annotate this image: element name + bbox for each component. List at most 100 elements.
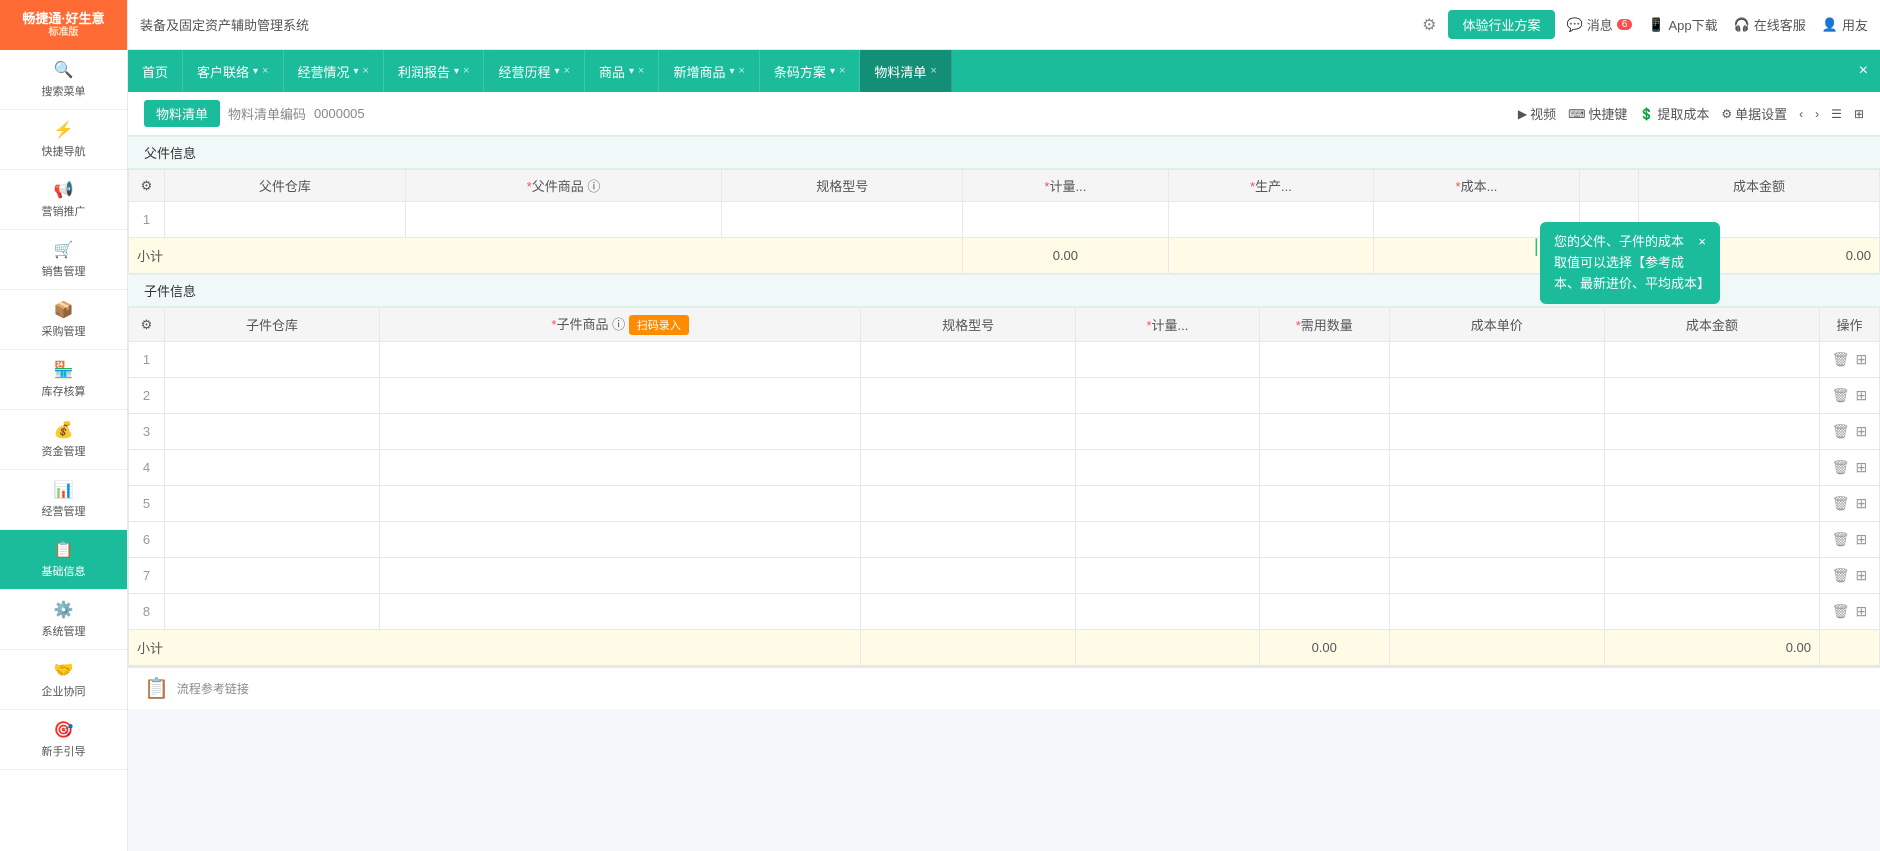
child-unit-cost-1[interactable] — [1389, 342, 1604, 378]
tab-arrow-5[interactable]: ▾ — [629, 66, 634, 77]
tab-close-5[interactable]: × — [638, 65, 644, 77]
tab-close-6[interactable]: × — [738, 65, 744, 77]
delete-icon-6[interactable]: 🗑 — [1832, 531, 1850, 548]
tab-close-2[interactable]: × — [363, 65, 369, 77]
child-warehouse-3[interactable] — [165, 414, 380, 450]
action-cost[interactable]: 💲 提取成本 — [1639, 104, 1709, 123]
child-spec-2[interactable] — [861, 378, 1076, 414]
child-qty-1[interactable] — [1259, 342, 1389, 378]
child-warehouse-2[interactable] — [165, 378, 380, 414]
tab-close-8[interactable]: × — [930, 65, 936, 77]
child-unit-cost-2[interactable] — [1389, 378, 1604, 414]
tab-arrow-1[interactable]: ▾ — [253, 66, 258, 77]
parent-warehouse-1[interactable] — [165, 202, 406, 238]
sidebar-item-0[interactable]: 🔍搜索菜单 — [0, 50, 127, 110]
child-qty-7[interactable] — [1259, 558, 1389, 594]
child-warehouse-8[interactable] — [165, 594, 380, 630]
sidebar-item-6[interactable]: 💰资金管理 — [0, 410, 127, 470]
delete-icon-2[interactable]: 🗑 — [1832, 387, 1850, 404]
sidebar-item-4[interactable]: 📦采购管理 — [0, 290, 127, 350]
child-spec-4[interactable] — [861, 450, 1076, 486]
tab-arrow-6[interactable]: ▾ — [729, 66, 734, 77]
child-qty-5[interactable] — [1259, 486, 1389, 522]
nav-tab-7[interactable]: 条码方案▾× — [760, 50, 860, 92]
scan-input-btn[interactable]: 扫码录入 — [629, 315, 689, 335]
sidebar-item-2[interactable]: 📢营销推广 — [0, 170, 127, 230]
child-qty-2[interactable] — [1259, 378, 1389, 414]
child-unit-3[interactable] — [1076, 414, 1260, 450]
child-th-settings[interactable]: ⚙ — [129, 308, 165, 342]
sidebar-item-7[interactable]: 📊经营管理 — [0, 470, 127, 530]
sidebar-item-11[interactable]: 🎯新手引导 — [0, 710, 127, 770]
child-spec-7[interactable] — [861, 558, 1076, 594]
copy-icon-3[interactable]: ⊞ — [1856, 423, 1868, 440]
tab-arrow-3[interactable]: ▾ — [454, 66, 459, 77]
child-warehouse-4[interactable] — [165, 450, 380, 486]
child-unit-cost-5[interactable] — [1389, 486, 1604, 522]
delete-icon-3[interactable]: 🗑 — [1832, 423, 1850, 440]
nav-tab-6[interactable]: 新增商品▾× — [659, 50, 759, 92]
child-unit-7[interactable] — [1076, 558, 1260, 594]
nav-tab-0[interactable]: 首页 — [128, 50, 183, 92]
child-qty-4[interactable] — [1259, 450, 1389, 486]
child-warehouse-7[interactable] — [165, 558, 380, 594]
child-goods-8[interactable] — [380, 594, 861, 630]
child-spec-3[interactable] — [861, 414, 1076, 450]
child-unit-4[interactable] — [1076, 450, 1260, 486]
sidebar-item-10[interactable]: 🤝企业协同 — [0, 650, 127, 710]
delete-icon-5[interactable]: 🗑 — [1832, 495, 1850, 512]
sidebar-item-5[interactable]: 🏪库存核算 — [0, 350, 127, 410]
sidebar-item-9[interactable]: ⚙️系统管理 — [0, 590, 127, 650]
child-warehouse-1[interactable] — [165, 342, 380, 378]
child-goods-2[interactable] — [380, 378, 861, 414]
parent-produce-1[interactable] — [1168, 202, 1374, 238]
copy-icon-1[interactable]: ⊞ — [1856, 351, 1868, 368]
parent-spec-1[interactable] — [722, 202, 963, 238]
delete-icon-8[interactable]: 🗑 — [1832, 603, 1850, 620]
action-settings[interactable]: ⚙ 单据设置 — [1721, 104, 1787, 123]
message-item[interactable]: 💬 消息 6 — [1567, 15, 1633, 34]
child-goods-6[interactable] — [380, 522, 861, 558]
tab-arrow-4[interactable]: ▾ — [554, 66, 559, 77]
sub-tab-bom[interactable]: 物料清单 — [144, 100, 220, 127]
child-warehouse-5[interactable] — [165, 486, 380, 522]
copy-icon-6[interactable]: ⊞ — [1856, 531, 1868, 548]
settings-icon[interactable]: ⚙ — [1422, 15, 1436, 35]
nav-next-btn[interactable]: › — [1815, 107, 1819, 121]
parent-th-settings[interactable]: ⚙ — [129, 170, 165, 202]
child-unit-8[interactable] — [1076, 594, 1260, 630]
delete-icon-7[interactable]: 🗑 — [1832, 567, 1850, 584]
child-unit-cost-8[interactable] — [1389, 594, 1604, 630]
nav-tab-1[interactable]: 客户联络▾× — [183, 50, 283, 92]
view-grid-btn[interactable]: ⊞ — [1854, 107, 1864, 121]
child-unit-cost-3[interactable] — [1389, 414, 1604, 450]
child-unit-2[interactable] — [1076, 378, 1260, 414]
tab-close-7[interactable]: × — [839, 65, 845, 77]
child-qty-8[interactable] — [1259, 594, 1389, 630]
tab-arrow-2[interactable]: ▾ — [354, 66, 359, 77]
experience-btn[interactable]: 体验行业方案 — [1448, 10, 1554, 39]
sidebar-item-8[interactable]: 📋基础信息 — [0, 530, 127, 590]
child-goods-3[interactable] — [380, 414, 861, 450]
user-item[interactable]: 👤 用友 — [1822, 15, 1868, 34]
child-goods-4[interactable] — [380, 450, 861, 486]
nav-tab-8[interactable]: 物料清单× — [860, 50, 951, 92]
child-unit-5[interactable] — [1076, 486, 1260, 522]
action-video[interactable]: ▶ 视频 — [1518, 104, 1556, 123]
child-spec-5[interactable] — [861, 486, 1076, 522]
child-qty-3[interactable] — [1259, 414, 1389, 450]
parent-goods-1[interactable] — [405, 202, 721, 238]
tooltip-close-btn[interactable]: × — [1698, 232, 1706, 253]
app-download-item[interactable]: 📱 App下载 — [1648, 15, 1717, 34]
child-unit-cost-4[interactable] — [1389, 450, 1604, 486]
nav-tab-2[interactable]: 经营情况▾× — [284, 50, 384, 92]
copy-icon-2[interactable]: ⊞ — [1856, 387, 1868, 404]
sidebar-item-1[interactable]: ⚡快捷导航 — [0, 110, 127, 170]
delete-icon-1[interactable]: 🗑 — [1832, 351, 1850, 368]
close-all-tabs-btn[interactable]: × — [1847, 62, 1880, 80]
tab-close-4[interactable]: × — [564, 65, 570, 77]
parent-unit-1[interactable] — [963, 202, 1169, 238]
nav-tab-5[interactable]: 商品▾× — [585, 50, 659, 92]
child-unit-cost-7[interactable] — [1389, 558, 1604, 594]
copy-icon-5[interactable]: ⊞ — [1856, 495, 1868, 512]
